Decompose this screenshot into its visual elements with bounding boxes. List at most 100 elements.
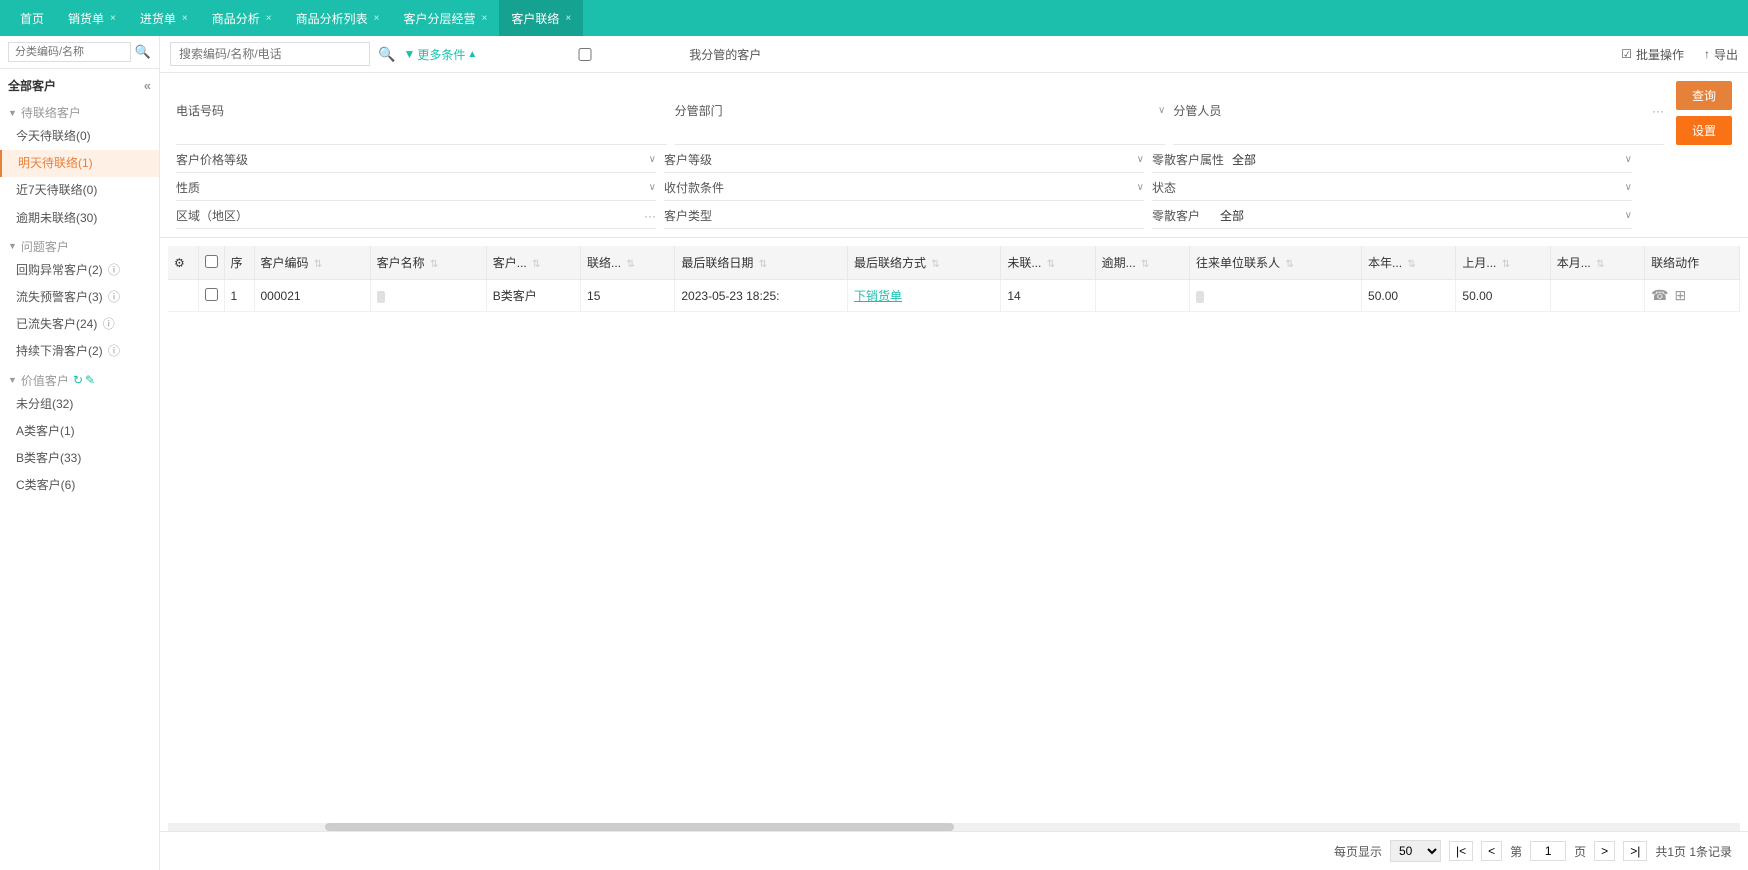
sidebar-item-ungrouped[interactable]: 未分组(32) xyxy=(0,391,159,418)
sidebar-item-class-a[interactable]: A类客户(1) xyxy=(0,418,159,445)
scrollbar-thumb[interactable] xyxy=(325,823,954,831)
cell-name[interactable] xyxy=(370,280,486,312)
collapse-icon[interactable]: « xyxy=(144,78,151,93)
my-customer-check[interactable] xyxy=(485,48,685,61)
col-last-month[interactable]: 上月... ⇅ xyxy=(1456,246,1550,280)
more-icon[interactable]: ··· xyxy=(1652,104,1664,118)
search-icon[interactable]: 🔍 xyxy=(378,46,395,63)
chevron-down-icon[interactable]: ∨ xyxy=(1625,210,1632,221)
sidebar-item-overdue[interactable]: 逾期未联络(30) xyxy=(0,205,159,232)
page-input[interactable] xyxy=(1530,841,1566,861)
search-input[interactable] xyxy=(170,42,370,66)
export-icon: ↑ xyxy=(1704,47,1710,61)
close-icon[interactable]: × xyxy=(565,13,571,24)
phone-input[interactable] xyxy=(244,104,667,118)
settings-btn[interactable]: 设置 xyxy=(1676,116,1732,145)
col-settings[interactable]: ⚙ xyxy=(168,246,198,280)
edit-icon[interactable]: ✎ xyxy=(85,373,95,387)
nav-product-analysis[interactable]: 商品分析 × xyxy=(200,0,284,36)
cell-contact: 15 xyxy=(581,280,675,312)
close-icon[interactable]: × xyxy=(182,13,188,24)
query-btn[interactable]: 查询 xyxy=(1676,81,1732,110)
select-all-checkbox[interactable] xyxy=(205,255,218,268)
filter-row-3: 性质 ∨ 收付款条件 ∨ 状态 ∨ xyxy=(176,179,1732,201)
chevron-down-icon[interactable]: ∨ xyxy=(1137,182,1144,193)
triangle-icon: ▼ xyxy=(8,241,17,251)
last-page-btn[interactable]: >| xyxy=(1623,841,1647,861)
sort-icon: ⇅ xyxy=(626,259,634,270)
chevron-down-icon[interactable]: ∨ xyxy=(1137,154,1144,165)
cell-action: ☎ ⊞ xyxy=(1645,280,1740,312)
name-tag xyxy=(377,291,385,303)
sidebar-item-churned[interactable]: 已流失客户(24) ⓘ xyxy=(0,311,159,338)
nav-home[interactable]: 首页 xyxy=(8,0,56,36)
next-page-btn[interactable]: > xyxy=(1594,841,1615,861)
col-no: 序 xyxy=(224,246,254,280)
per-page-select[interactable]: 50 100 200 xyxy=(1390,840,1441,862)
filter-btn[interactable]: ▼ 更多条件 ▲ xyxy=(403,46,477,63)
horizontal-scrollbar[interactable] xyxy=(168,823,1740,831)
chevron-down-icon[interactable]: ∨ xyxy=(1158,105,1165,116)
col-type[interactable]: 客户... ⇅ xyxy=(486,246,580,280)
sidebar-item-declining[interactable]: 持续下滑客户(2) ⓘ xyxy=(0,338,159,365)
sidebar-item-today[interactable]: 今天待联络(0) xyxy=(0,123,159,150)
sort-icon: ⇅ xyxy=(1047,259,1055,270)
sidebar-search-input[interactable] xyxy=(8,42,131,62)
cell-last-method[interactable]: 下销货单 xyxy=(847,280,1000,312)
phone-icon[interactable]: ☎ xyxy=(1651,287,1668,304)
sidebar-search-area: 🔍 xyxy=(0,36,159,69)
sidebar-item-tomorrow[interactable]: 明天待联络(1) xyxy=(0,150,159,177)
cell-no: 1 xyxy=(224,280,254,312)
top-nav: 首页 销货单 × 进货单 × 商品分析 × 商品分析列表 × 客户分层经营 × … xyxy=(0,0,1748,36)
batch-operation-btn[interactable]: ☑ 批量操作 xyxy=(1621,46,1684,63)
chevron-down-icon[interactable]: ∨ xyxy=(1625,182,1632,193)
unit-contact-tag xyxy=(1196,291,1204,303)
col-code[interactable]: 客户编码 ⇅ xyxy=(254,246,370,280)
refresh-icon[interactable]: ↻ xyxy=(73,373,83,387)
my-customer-checkbox[interactable]: 我分管的客户 xyxy=(485,46,761,63)
action-icons: ☎ ⊞ xyxy=(1651,287,1733,304)
nav-product-analysis-list[interactable]: 商品分析列表 × xyxy=(284,0,392,36)
sidebar-section-value: ▼ 价值客户 ↻ ✎ xyxy=(0,366,159,391)
cell-this-year: 50.00 xyxy=(1362,280,1456,312)
sidebar-item-churn-warning[interactable]: 流失预警客户(3) ⓘ xyxy=(0,284,159,311)
close-icon[interactable]: × xyxy=(481,13,487,24)
first-page-btn[interactable]: |< xyxy=(1449,841,1473,861)
filter-payment: 收付款条件 ∨ xyxy=(664,179,1144,201)
more-icon[interactable]: ··· xyxy=(644,209,656,223)
col-name[interactable]: 客户名称 ⇅ xyxy=(370,246,486,280)
col-this-year[interactable]: 本年... ⇅ xyxy=(1362,246,1456,280)
nav-purchase[interactable]: 进货单 × xyxy=(128,0,200,36)
prev-page-btn[interactable]: < xyxy=(1481,841,1502,861)
close-icon[interactable]: × xyxy=(266,13,272,24)
sidebar-search-icon[interactable]: 🔍 xyxy=(135,44,151,60)
sort-icon: ⇅ xyxy=(532,259,540,270)
chevron-down-icon[interactable]: ∨ xyxy=(649,182,656,193)
sort-icon: ⇅ xyxy=(430,259,438,270)
export-btn[interactable]: ↑ 导出 xyxy=(1704,46,1738,63)
col-checkbox[interactable] xyxy=(198,246,224,280)
cell-checkbox[interactable] xyxy=(198,280,224,312)
sidebar-item-7days[interactable]: 近7天待联络(0) xyxy=(0,177,159,204)
grid-icon[interactable]: ⊞ xyxy=(1675,287,1687,304)
nav-sales[interactable]: 销货单 × xyxy=(56,0,128,36)
col-last-date[interactable]: 最后联络日期 ⇅ xyxy=(675,246,848,280)
close-icon[interactable]: × xyxy=(110,13,116,24)
sidebar-item-class-c[interactable]: C类客户(6) xyxy=(0,472,159,499)
sidebar-item-repurchase-anomaly[interactable]: 回购异常客户(2) ⓘ xyxy=(0,257,159,284)
footer: 每页显示 50 100 200 |< < 第 页 > >| 共1页 1条记录 xyxy=(160,831,1748,870)
nav-customer-tier[interactable]: 客户分层经营 × xyxy=(391,0,499,36)
col-this-month[interactable]: 本月... ⇅ xyxy=(1550,246,1644,280)
col-overdue[interactable]: 逾期... ⇅ xyxy=(1095,246,1189,280)
col-unit-contact[interactable]: 往来单位联系人 ⇅ xyxy=(1190,246,1362,280)
chevron-down-icon[interactable]: ∨ xyxy=(649,154,656,165)
col-not-contacted[interactable]: 未联... ⇅ xyxy=(1001,246,1095,280)
close-icon[interactable]: × xyxy=(374,13,380,24)
nav-customer-contact[interactable]: 客户联络 × xyxy=(499,0,583,36)
col-contact[interactable]: 联络... ⇅ xyxy=(581,246,675,280)
row-checkbox[interactable] xyxy=(205,288,218,301)
sidebar-section-pending: ▼ 待联络客户 xyxy=(0,98,159,123)
chevron-down-icon[interactable]: ∨ xyxy=(1625,154,1632,165)
col-last-method[interactable]: 最后联络方式 ⇅ xyxy=(847,246,1000,280)
sidebar-item-class-b[interactable]: B类客户(33) xyxy=(0,445,159,472)
